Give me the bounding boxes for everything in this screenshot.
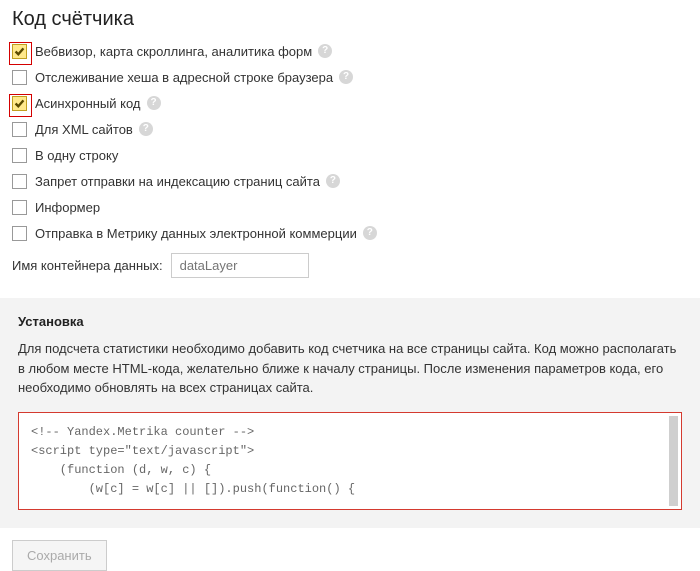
option-label: Информер bbox=[35, 200, 100, 215]
checkbox-option-7[interactable] bbox=[12, 226, 27, 241]
option-label: Отправка в Метрику данных электронной ко… bbox=[35, 226, 357, 241]
page-title: Код счётчика bbox=[12, 8, 688, 31]
install-text: Для подсчета статистики необходимо добав… bbox=[18, 339, 682, 398]
option-label: Для XML сайтов bbox=[35, 122, 133, 137]
container-name-input[interactable] bbox=[171, 253, 309, 278]
checkbox-option-4[interactable] bbox=[12, 148, 27, 163]
option-label: В одну строку bbox=[35, 148, 118, 163]
install-section: Установка Для подсчета статистики необхо… bbox=[0, 298, 700, 528]
install-heading: Установка bbox=[18, 314, 682, 329]
option-label: Отслеживание хеша в адресной строке брау… bbox=[35, 70, 333, 85]
help-icon[interactable]: ? bbox=[339, 70, 353, 84]
checkbox-option-5[interactable] bbox=[12, 174, 27, 189]
checkbox-option-0[interactable] bbox=[12, 44, 27, 59]
save-button[interactable]: Сохранить bbox=[12, 540, 107, 571]
option-label: Асинхронный код bbox=[35, 96, 141, 111]
counter-code-box[interactable]: <!-- Yandex.Metrika counter --> <script … bbox=[18, 412, 682, 511]
option-label: Вебвизор, карта скроллинга, аналитика фо… bbox=[35, 44, 312, 59]
help-icon[interactable]: ? bbox=[147, 96, 161, 110]
help-icon[interactable]: ? bbox=[318, 44, 332, 58]
checkbox-option-2[interactable] bbox=[12, 96, 27, 111]
help-icon[interactable]: ? bbox=[326, 174, 340, 188]
help-icon[interactable]: ? bbox=[363, 226, 377, 240]
scrollbar[interactable] bbox=[669, 416, 678, 507]
container-field-label: Имя контейнера данных: bbox=[12, 258, 163, 273]
counter-code: <!-- Yandex.Metrika counter --> <script … bbox=[31, 423, 669, 500]
option-label: Запрет отправки на индексацию страниц са… bbox=[35, 174, 320, 189]
help-icon[interactable]: ? bbox=[139, 122, 153, 136]
checkbox-option-1[interactable] bbox=[12, 70, 27, 85]
checkbox-option-3[interactable] bbox=[12, 122, 27, 137]
checkbox-option-6[interactable] bbox=[12, 200, 27, 215]
